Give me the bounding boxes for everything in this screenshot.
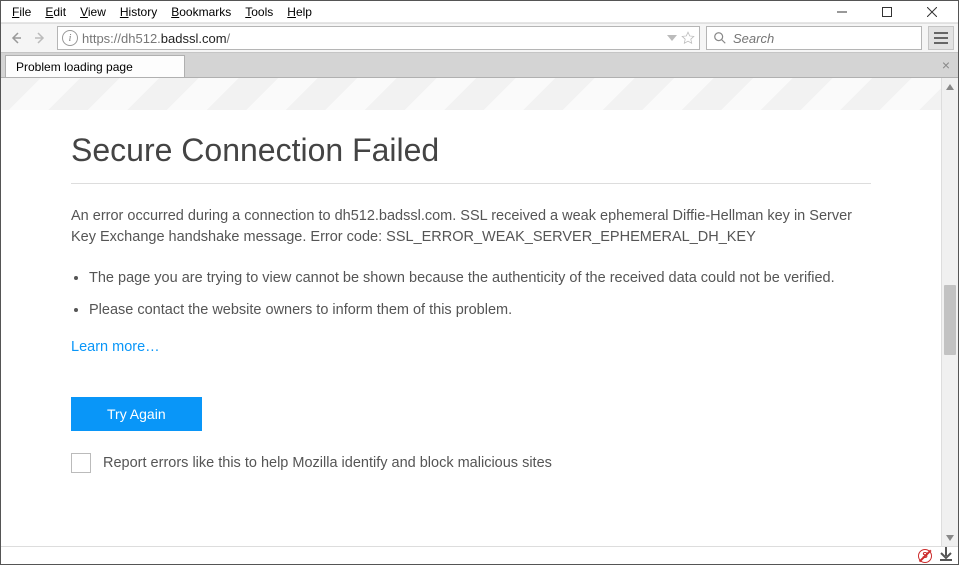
tab-close-button[interactable]: × (942, 57, 950, 73)
try-again-button[interactable]: Try Again (71, 397, 202, 431)
scroll-thumb[interactable] (944, 285, 956, 355)
error-page: Secure Connection Failed An error occurr… (1, 110, 941, 503)
report-label: Report errors like this to help Mozilla … (103, 455, 552, 471)
window-close-button[interactable] (909, 2, 954, 22)
menu-bookmarks[interactable]: Bookmarks (164, 3, 238, 21)
page-content: Secure Connection Failed An error occurr… (1, 78, 941, 546)
search-input[interactable] (733, 31, 915, 46)
menu-button[interactable] (928, 26, 954, 50)
url-protocol: https:// (82, 31, 121, 46)
scroll-down-button[interactable] (942, 529, 958, 546)
dropdown-icon[interactable] (667, 35, 677, 41)
scroll-track[interactable] (942, 95, 958, 529)
menu-bar: File Edit View History Bookmarks Tools H… (1, 1, 958, 23)
noscript-icon[interactable]: S (918, 549, 932, 563)
tab-bar: Problem loading page × (1, 53, 958, 78)
search-bar[interactable] (706, 26, 922, 50)
tab-title: Problem loading page (16, 60, 133, 74)
report-checkbox[interactable] (71, 453, 91, 473)
search-icon (713, 31, 727, 45)
window-maximize-button[interactable] (864, 2, 909, 22)
identity-info-icon[interactable]: i (62, 30, 78, 46)
learn-more-link[interactable]: Learn more… (71, 339, 160, 355)
window-minimize-button[interactable] (819, 2, 864, 22)
chevron-down-icon (946, 535, 954, 541)
menu-history[interactable]: History (113, 3, 164, 21)
minimize-icon (837, 7, 847, 17)
back-button[interactable] (5, 27, 27, 49)
maximize-icon (882, 7, 892, 17)
window-controls (819, 2, 954, 22)
menu-file[interactable]: File (5, 3, 38, 21)
menu-view[interactable]: View (73, 3, 113, 21)
download-arrow-icon[interactable] (940, 547, 952, 564)
url-text: https://dh512.badssl.com/ (82, 31, 663, 46)
error-bullet-1: The page you are trying to view cannot b… (89, 268, 871, 288)
url-path: / (227, 31, 231, 46)
close-icon (927, 7, 937, 17)
error-bullets: The page you are trying to view cannot b… (89, 268, 871, 321)
menu-tools[interactable]: Tools (238, 3, 280, 21)
content-area: Secure Connection Failed An error occurr… (1, 78, 958, 546)
menu-help[interactable]: Help (280, 3, 319, 21)
arrow-left-icon (9, 31, 23, 45)
scroll-up-button[interactable] (942, 78, 958, 95)
menu-edit[interactable]: Edit (38, 3, 73, 21)
report-row: Report errors like this to help Mozilla … (71, 453, 871, 473)
divider (71, 183, 871, 184)
navigation-toolbar: i https://dh512.badssl.com/ (1, 23, 958, 53)
url-bar[interactable]: i https://dh512.badssl.com/ (57, 26, 700, 50)
url-subdomain: dh512. (121, 31, 161, 46)
warning-stripe (1, 78, 941, 110)
url-domain: badssl.com (161, 31, 227, 46)
error-title: Secure Connection Failed (71, 132, 871, 169)
tab-active[interactable]: Problem loading page (5, 55, 185, 77)
vertical-scrollbar[interactable] (941, 78, 958, 546)
status-bar: S (1, 546, 958, 564)
error-description: An error occurred during a connection to… (71, 206, 871, 248)
urlbar-indicators (667, 31, 695, 45)
hamburger-icon (934, 32, 948, 44)
error-bullet-2: Please contact the website owners to inf… (89, 300, 871, 320)
forward-button[interactable] (29, 27, 51, 49)
bookmark-star-icon[interactable] (681, 31, 695, 45)
chevron-up-icon (946, 84, 954, 90)
arrow-right-icon (33, 31, 47, 45)
